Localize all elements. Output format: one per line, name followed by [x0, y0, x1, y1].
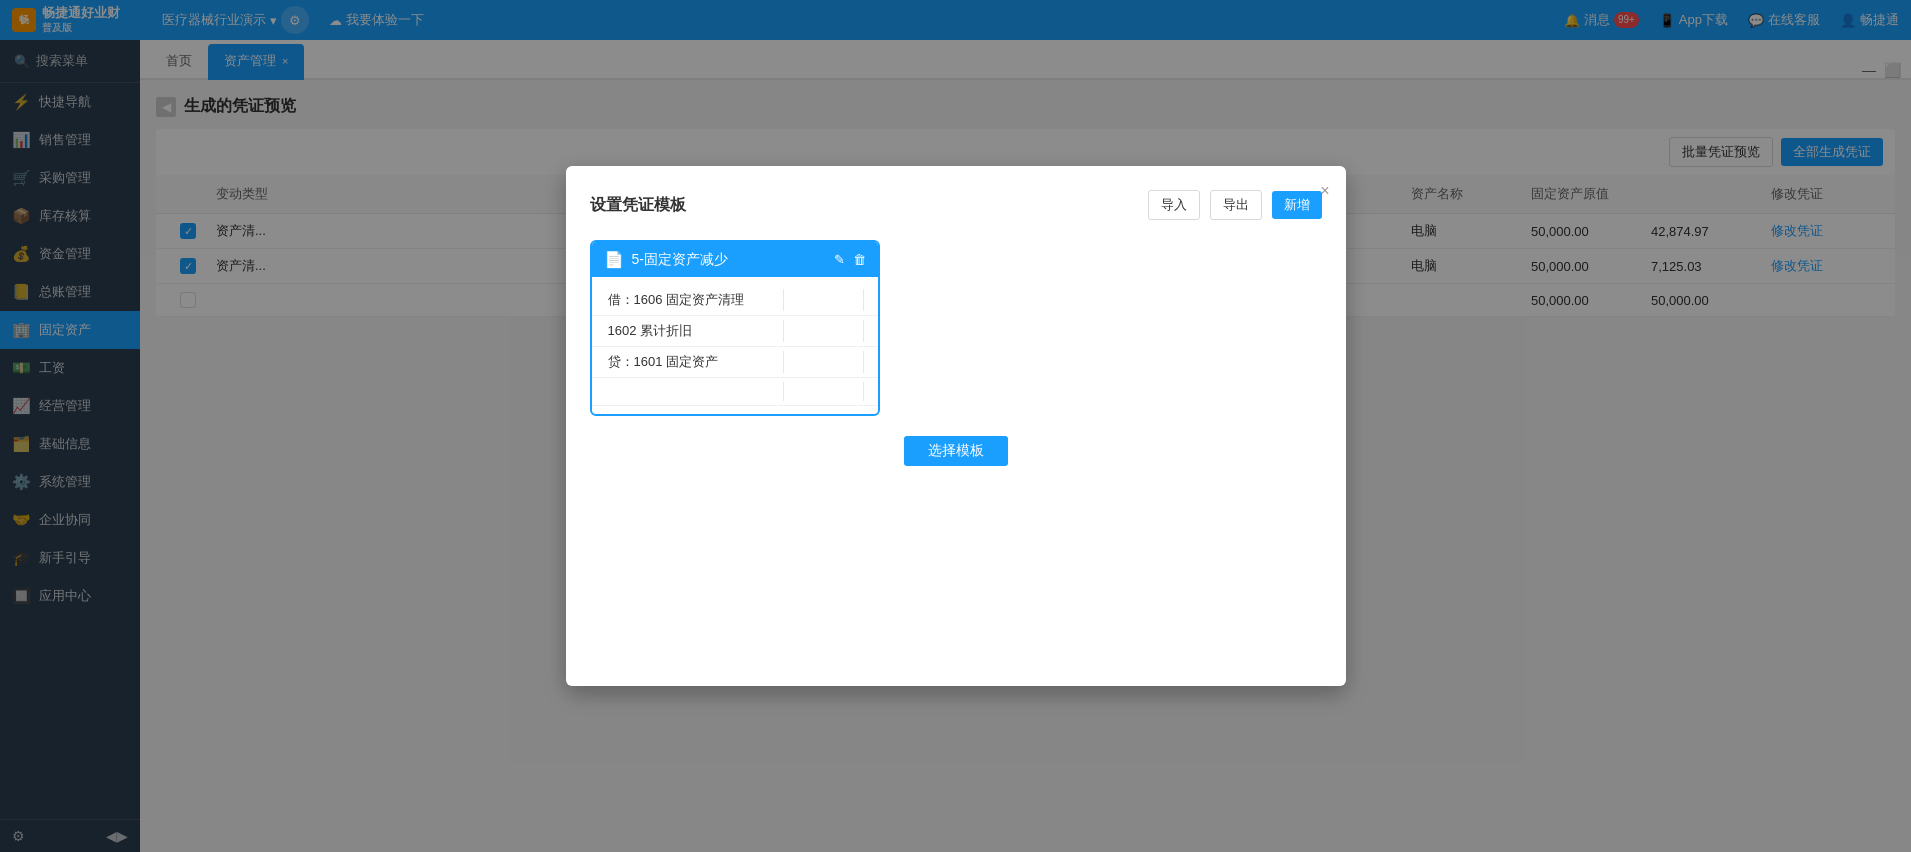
template-card-header: 📄 5-固定资产减少 ✎ 🗑: [592, 242, 878, 277]
template-row4-debit: [784, 382, 864, 401]
template-row: 1602 累计折旧: [592, 316, 878, 347]
modal-title: 设置凭证模板: [590, 195, 686, 216]
modal-header: 设置凭证模板 导入 导出 新增: [590, 190, 1322, 220]
template-row: 贷：1601 固定资产: [592, 347, 878, 378]
card-title-area: 📄 5-固定资产减少: [604, 250, 728, 269]
template-row: 借：1606 固定资产清理: [592, 285, 878, 316]
template-row2-credit: [864, 320, 880, 342]
select-template-btn[interactable]: 选择模板: [904, 436, 1008, 466]
template-row4-account: [604, 382, 784, 401]
template-row2-account: 1602 累计折旧: [604, 320, 784, 342]
template-row1-account: 借：1606 固定资产清理: [604, 289, 784, 311]
card-action-buttons: ✎ 🗑: [834, 252, 866, 267]
template-card-title: 5-固定资产减少: [632, 251, 728, 269]
export-btn[interactable]: 导出: [1210, 190, 1262, 220]
document-icon: 📄: [604, 250, 624, 269]
select-template-area: 选择模板: [590, 436, 1322, 466]
template-row2-debit: [784, 320, 864, 342]
template-row3-debit: [784, 351, 864, 373]
new-template-btn[interactable]: 新增: [1272, 191, 1322, 219]
template-edit-btn[interactable]: ✎: [834, 252, 845, 267]
template-row1-debit: [784, 289, 864, 311]
template-row-empty: [592, 378, 878, 406]
template-row3-account: 贷：1601 固定资产: [604, 351, 784, 373]
template-row3-credit: [864, 351, 880, 373]
template-card: 📄 5-固定资产减少 ✎ 🗑 借：1606 固定资产清理 1602 累计折旧 贷…: [590, 240, 880, 416]
template-delete-btn[interactable]: 🗑: [853, 252, 866, 267]
modal-set-template: 设置凭证模板 导入 导出 新增 × 📄 5-固定资产减少 ✎ 🗑 借：1606 …: [566, 166, 1346, 686]
import-btn[interactable]: 导入: [1148, 190, 1200, 220]
template-row1-credit: [864, 289, 880, 311]
template-card-body: 借：1606 固定资产清理 1602 累计折旧 贷：1601 固定资产: [592, 277, 878, 414]
modal-actions: 导入 导出 新增: [1148, 190, 1322, 220]
template-row4-credit: [864, 382, 880, 401]
modal-close-btn[interactable]: ×: [1320, 182, 1329, 200]
